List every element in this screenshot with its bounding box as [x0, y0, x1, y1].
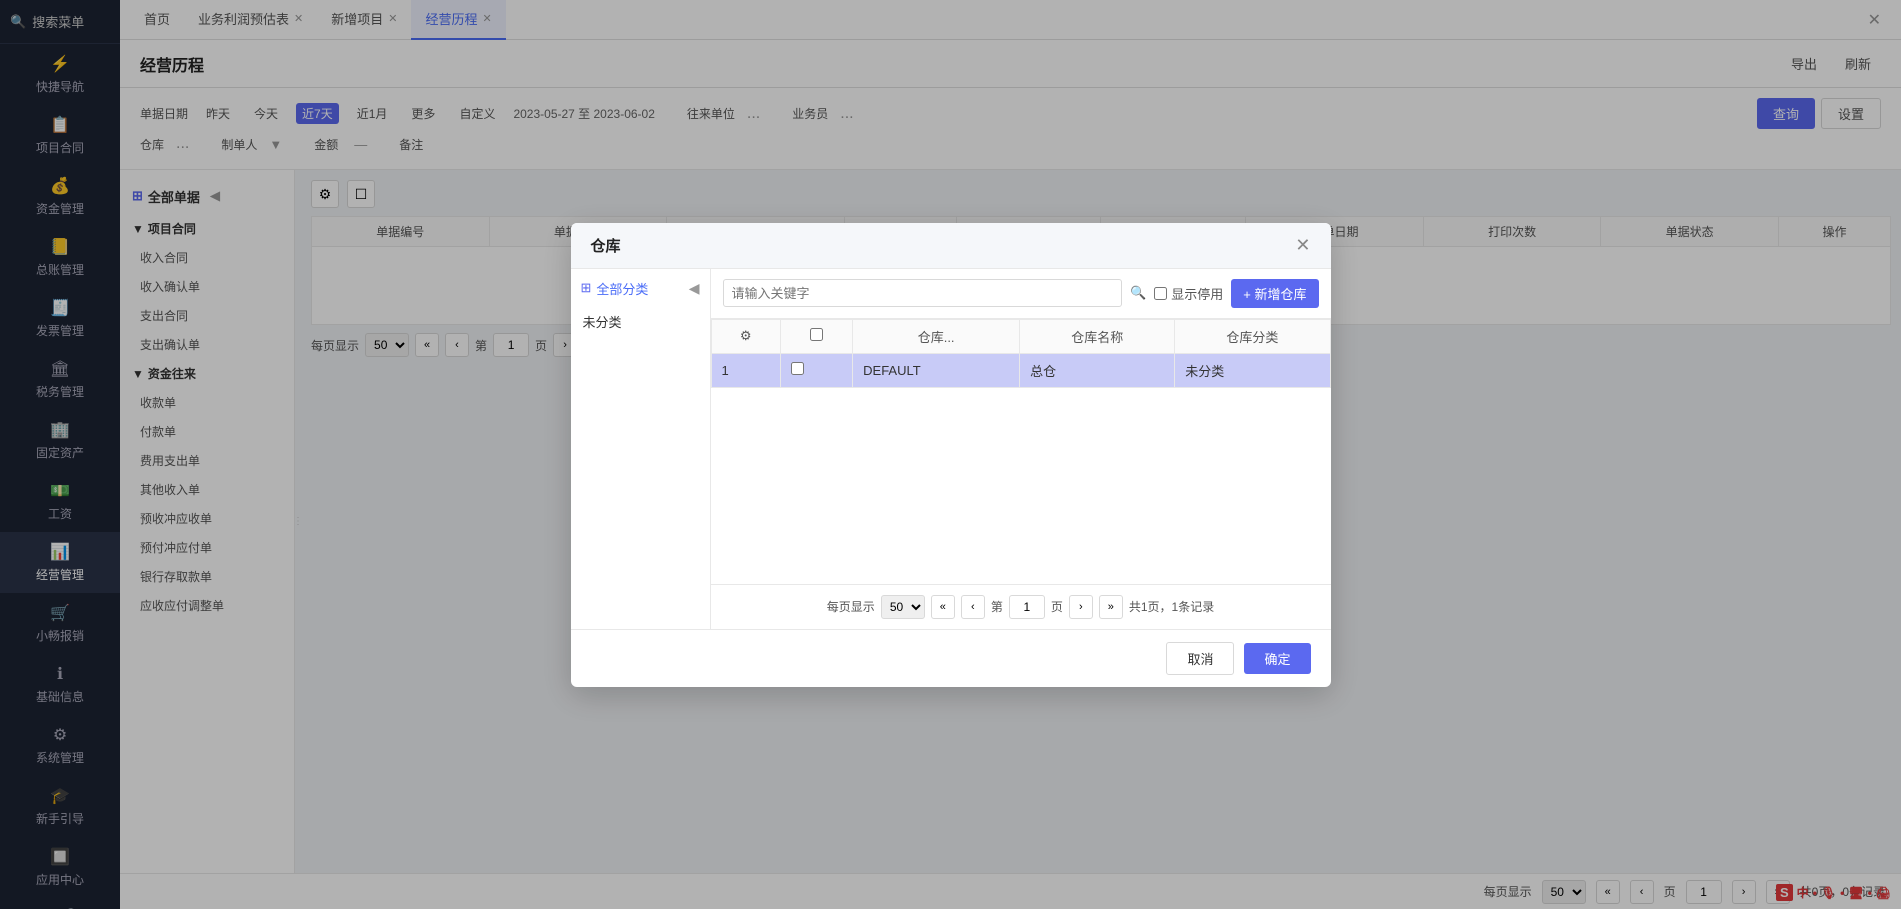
row-code: DEFAULT	[853, 353, 1020, 387]
modal-page-label: 页	[1051, 598, 1063, 615]
modal-pagination: 每页显示 50 « ‹ 第 页 › » 共1页，1条记录	[711, 584, 1331, 629]
table-row[interactable]: 1 DEFAULT 总仓 未分类	[711, 353, 1330, 387]
show-disabled-checkbox[interactable]	[1154, 287, 1167, 300]
modal-first-page[interactable]: «	[931, 595, 955, 619]
modal-col-name: 仓库名称	[1020, 319, 1175, 353]
modal-last-page[interactable]: »	[1099, 595, 1123, 619]
modal-confirm-button[interactable]: 确定	[1244, 643, 1310, 674]
modal-search-icon[interactable]: 🔍	[1130, 285, 1146, 301]
grid-icon-modal: ⊞	[581, 280, 592, 296]
modal-warehouse-table: ⚙ 仓库... 仓库名称 仓库分类 1 DEFAULT	[711, 319, 1331, 388]
modal-search-input[interactable]	[723, 279, 1123, 307]
modal-col-checkbox[interactable]	[780, 319, 852, 353]
row-index: 1	[711, 353, 780, 387]
modal-left-panel: ⊞ 全部分类 ◀ 未分类	[571, 269, 711, 629]
modal-close-button[interactable]: ✕	[1295, 235, 1310, 256]
modal-prev-page[interactable]: ‹	[961, 595, 985, 619]
row-category: 未分类	[1175, 353, 1330, 387]
row-checkbox[interactable]	[791, 362, 804, 375]
modal-per-page-select[interactable]: 50	[881, 595, 925, 619]
modal-col-settings[interactable]: ⚙	[711, 319, 780, 353]
modal-page-input[interactable]	[1009, 595, 1045, 619]
modal-total: 共1页，1条记录	[1129, 598, 1214, 615]
modal-per-page-label: 每页显示	[827, 598, 875, 615]
warehouse-modal: 仓库 ✕ ⊞ 全部分类 ◀ 未分类 🔍	[571, 223, 1331, 687]
modal-right-panel: 🔍 显示停用 + 新增仓库 ⚙ 仓库...	[711, 269, 1331, 629]
modal-col-code: 仓库...	[853, 319, 1020, 353]
modal-page-pre: 第	[991, 598, 1003, 615]
show-disabled-text: 显示停用	[1171, 284, 1223, 303]
modal-title: 仓库	[591, 235, 621, 256]
add-warehouse-button[interactable]: + 新增仓库	[1231, 279, 1318, 308]
modal-next-page[interactable]: ›	[1069, 595, 1093, 619]
modal-search-bar: 🔍 显示停用 + 新增仓库	[711, 269, 1331, 319]
row-checkbox-cell[interactable]	[780, 353, 852, 387]
modal-uncategorized-item[interactable]: 未分类	[571, 304, 710, 339]
row-name: 总仓	[1020, 353, 1175, 387]
modal-all-category[interactable]: ⊞ 全部分类 ◀	[571, 269, 710, 304]
modal-all-category-label: 全部分类	[596, 279, 648, 298]
modal-footer: 取消 确定	[571, 629, 1331, 687]
modal-table-wrap: ⚙ 仓库... 仓库名称 仓库分类 1 DEFAULT	[711, 319, 1331, 584]
modal-panel-collapse[interactable]: ◀	[689, 280, 700, 297]
modal-category-list: 未分类	[571, 304, 710, 629]
modal-cancel-button[interactable]: 取消	[1166, 642, 1234, 675]
modal-overlay[interactable]: 仓库 ✕ ⊞ 全部分类 ◀ 未分类 🔍	[0, 0, 1901, 909]
show-disabled-label[interactable]: 显示停用	[1154, 284, 1223, 303]
select-all-checkbox[interactable]	[810, 328, 823, 341]
modal-col-category: 仓库分类	[1175, 319, 1330, 353]
modal-body: ⊞ 全部分类 ◀ 未分类 🔍 显示停用 + 新增	[571, 269, 1331, 629]
modal-header: 仓库 ✕	[571, 223, 1331, 269]
